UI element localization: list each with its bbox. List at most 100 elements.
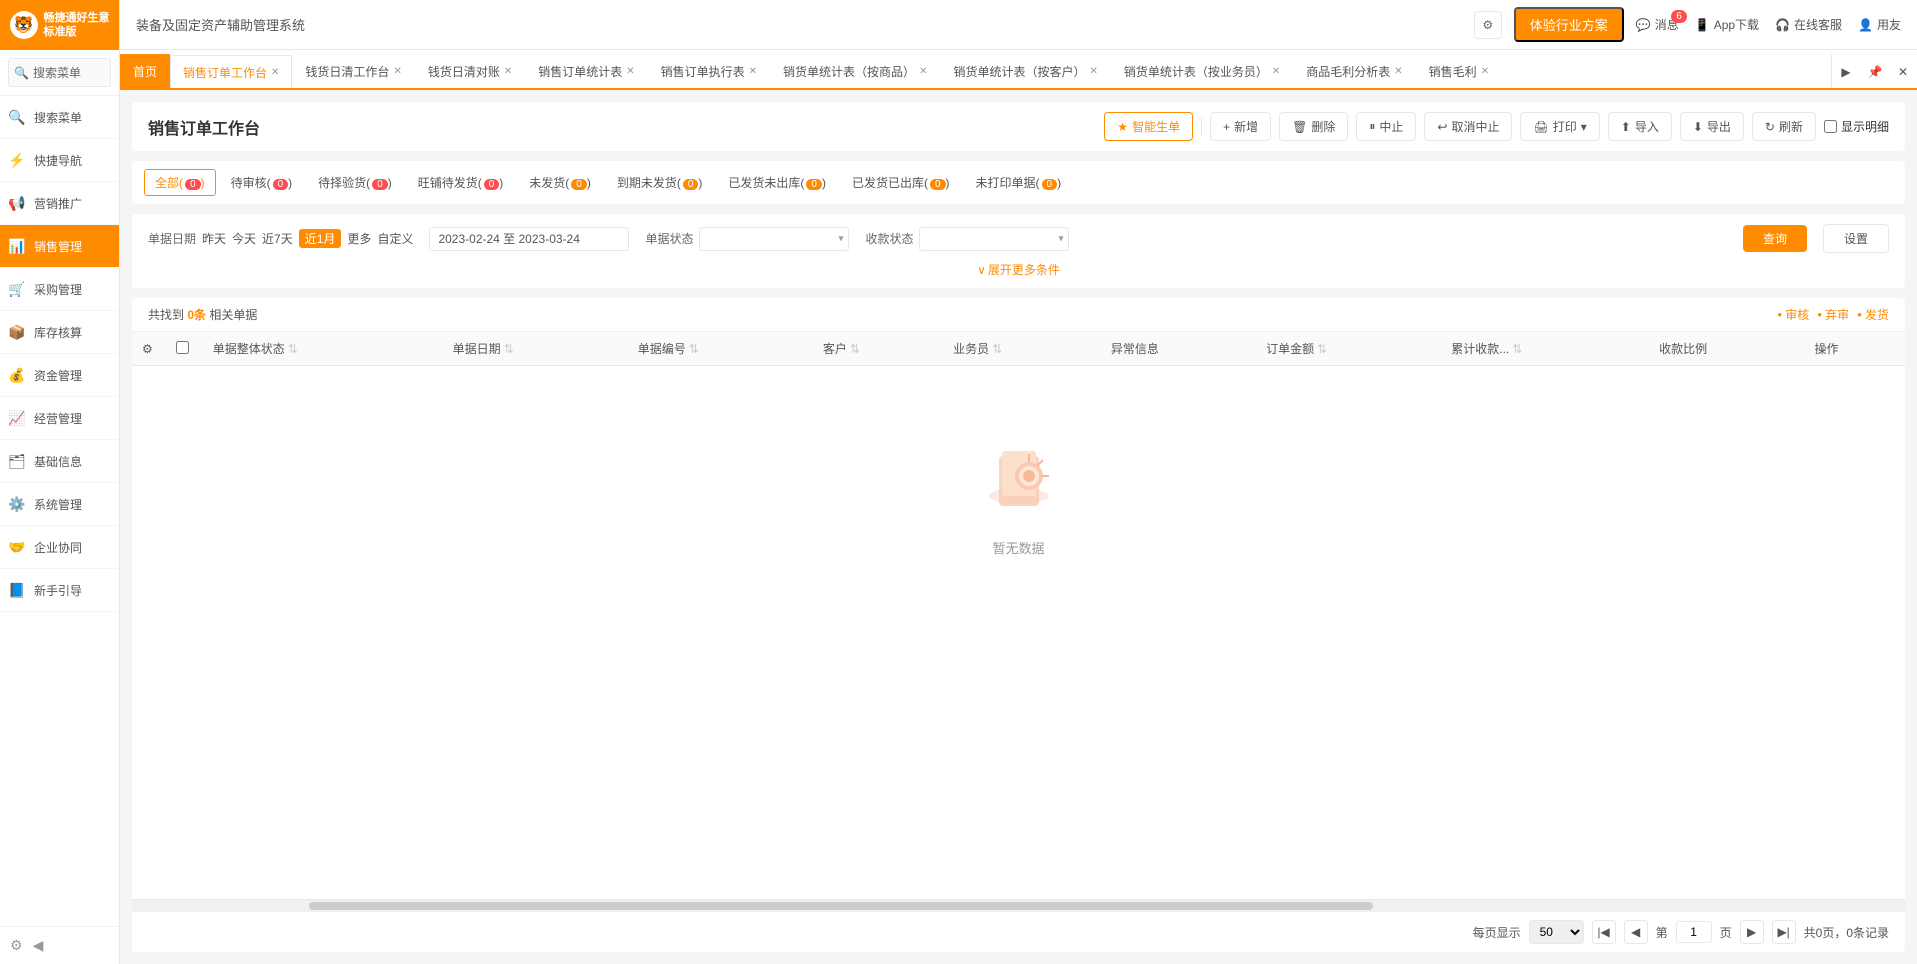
sidebar-item-basic[interactable]: 🗂基础信息 (0, 440, 119, 483)
th-number[interactable]: 单据编号⇅ (628, 332, 813, 366)
table-action-unreviewed[interactable]: 弃审 (1817, 306, 1849, 323)
tab-close-sales_order[interactable]: ✕ (271, 67, 279, 78)
th-received[interactable]: 累计收款...⇅ (1441, 332, 1649, 366)
filter-date-自定义[interactable]: 自定义 (377, 230, 413, 247)
table-action-ship[interactable]: 发货 (1857, 306, 1889, 323)
last-page-button[interactable]: ▶| (1772, 920, 1796, 944)
refresh-button[interactable]: ↻ 刷新 (1752, 112, 1816, 141)
th-amount[interactable]: 订单金额⇅ (1256, 332, 1441, 366)
sidebar-settings-icon[interactable]: ⚙ (10, 937, 23, 954)
tab-close-cash_reconcile[interactable]: ✕ (504, 66, 512, 77)
smart-gen-button[interactable]: ★ 智能生单 (1104, 112, 1193, 141)
status-select[interactable] (699, 227, 849, 251)
per-page-select[interactable]: 102050100 (1529, 920, 1584, 944)
sort-icon-staff[interactable]: ⇅ (992, 342, 1002, 356)
tab-sales_exec[interactable]: 销售订单执行表✕ (648, 54, 770, 88)
subtab-shipped_out[interactable]: 已发货已出库(0) (841, 169, 961, 196)
subtab-pending_review[interactable]: 待审核(0) (220, 169, 304, 196)
tab-cash_reconcile[interactable]: 钱货日清对账✕ (415, 54, 525, 88)
sidebar-item-finance[interactable]: 💰资金管理 (0, 354, 119, 397)
prev-page-button[interactable]: ◀ (1624, 920, 1648, 944)
export-button[interactable]: ⬇ 导出 (1680, 112, 1744, 141)
sidebar-item-purchase[interactable]: 🛒采购管理 (0, 268, 119, 311)
tab-product_margin[interactable]: 商品毛利分析表✕ (1293, 54, 1415, 88)
subtab-pending_inspect[interactable]: 待择验货(0) (307, 169, 403, 196)
sidebar-collapse-icon[interactable]: ◀ (33, 937, 44, 954)
table-wrap[interactable]: ⚙单据整体状态⇅单据日期⇅单据编号⇅客户⇅业务员⇅异常信息订单金额⇅累计收款..… (132, 332, 1905, 899)
search-menu-button[interactable]: 🔍 搜索菜单 (8, 58, 111, 87)
tab-sales_order[interactable]: 销售订单工作台✕ (170, 55, 292, 88)
sidebar-item-operation[interactable]: 📈经营管理 (0, 397, 119, 440)
tab-sales_stat[interactable]: 销售订单统计表✕ (525, 54, 647, 88)
filter-date-近7天[interactable]: 近7天 (262, 230, 293, 247)
cancel-pause-button[interactable]: ↩ 取消中止 (1424, 112, 1512, 141)
subtab-all[interactable]: 全部(0) (144, 169, 216, 196)
sidebar-item-marketing[interactable]: 📢营销推广 (0, 182, 119, 225)
tab-sales_margin[interactable]: 销售毛利✕ (1416, 54, 1502, 88)
show-detail-label[interactable]: 显示明细 (1824, 118, 1889, 135)
filter-date-昨天[interactable]: 昨天 (202, 230, 226, 247)
th-staff[interactable]: 业务员⇅ (943, 332, 1101, 366)
delete-button[interactable]: 🗑 删除 (1279, 112, 1348, 141)
app-download-button[interactable]: 📱 App下载 (1695, 16, 1759, 33)
subtab-wangpu_pending[interactable]: 旺铺待发货(0) (407, 169, 515, 196)
next-page-button[interactable]: ▶ (1740, 920, 1764, 944)
message-button[interactable]: 💬 消息 6 (1636, 16, 1679, 33)
add-button[interactable]: + 新增 (1210, 112, 1271, 141)
table-action-review[interactable]: 审核 (1777, 306, 1809, 323)
pause-button[interactable]: ⏸ 中止 (1356, 112, 1416, 141)
user-menu-button[interactable]: 👤 用友 (1858, 16, 1901, 33)
expand-filters-button[interactable]: ∨ 展开更多条件 (977, 261, 1060, 278)
sidebar-item-coop[interactable]: 🤝企业协同 (0, 526, 119, 569)
sort-icon-date[interactable]: ⇅ (504, 342, 514, 356)
tab-home[interactable]: 首页 (120, 54, 170, 88)
setting-button[interactable]: 设置 (1823, 224, 1889, 253)
th-date[interactable]: 单据日期⇅ (443, 332, 628, 366)
sort-icon-amount[interactable]: ⇅ (1317, 342, 1327, 356)
tab-cash_daily[interactable]: 钱货日清工作台✕ (292, 54, 414, 88)
scrollbar-thumb[interactable] (309, 902, 1373, 910)
show-detail-checkbox[interactable] (1824, 120, 1837, 133)
subtab-shipped_not_out[interactable]: 已发货未出库(0) (717, 169, 837, 196)
sidebar-item-system[interactable]: ⚙️系统管理 (0, 483, 119, 526)
sidebar-item-sales[interactable]: 📊销售管理 (0, 225, 119, 268)
sort-icon-received[interactable]: ⇅ (1512, 342, 1522, 356)
filter-date-更多[interactable]: 更多 (347, 230, 371, 247)
query-button[interactable]: 查询 (1743, 225, 1807, 252)
sidebar-item-search[interactable]: 🔍搜索菜单 (0, 96, 119, 139)
tab-close-product_margin[interactable]: ✕ (1394, 66, 1402, 77)
subtab-not_shipped[interactable]: 未发货(0) (518, 169, 602, 196)
select-all-checkbox[interactable] (176, 341, 189, 354)
filter-date-近1月[interactable]: 近1月 (299, 229, 342, 248)
th-customer[interactable]: 客户⇅ (813, 332, 943, 366)
horizontal-scrollbar[interactable] (132, 899, 1905, 911)
tab-close-sales_stat[interactable]: ✕ (626, 66, 634, 77)
page-input[interactable] (1676, 921, 1712, 943)
tab-close-cash_daily[interactable]: ✕ (393, 66, 401, 77)
tab-close-all-button[interactable]: ✕ (1889, 54, 1917, 88)
tab-pin-button[interactable]: 📌 (1861, 54, 1889, 88)
subtab-overdue_not_shipped[interactable]: 到期未发货(0) (606, 169, 714, 196)
sidebar-item-inventory[interactable]: 📦库存核算 (0, 311, 119, 354)
sidebar-item-quicknav[interactable]: ⚡快捷导航 (0, 139, 119, 182)
sort-icon-status[interactable]: ⇅ (288, 342, 298, 356)
tab-sales_stat_staff[interactable]: 销货单统计表（按业务员）✕ (1111, 54, 1293, 88)
tab-close-sales_stat_product[interactable]: ✕ (919, 66, 927, 77)
tab-close-sales_margin[interactable]: ✕ (1481, 66, 1489, 77)
industry-solution-button[interactable]: 体验行业方案 (1514, 7, 1624, 42)
date-range-input[interactable] (429, 227, 629, 251)
print-button[interactable]: 🖨 打印 ▾ (1520, 112, 1599, 141)
th-status[interactable]: 单据整体状态⇅ (203, 332, 443, 366)
tab-sales_stat_customer[interactable]: 销货单统计表（按客户）✕ (940, 54, 1110, 88)
payment-select[interactable] (919, 227, 1069, 251)
first-page-button[interactable]: |◀ (1592, 920, 1616, 944)
tab-close-sales_exec[interactable]: ✕ (749, 66, 757, 77)
filter-date-今天[interactable]: 今天 (232, 230, 256, 247)
sort-icon-customer[interactable]: ⇅ (850, 342, 860, 356)
import-button[interactable]: ⬆ 导入 (1608, 112, 1672, 141)
tab-more-button[interactable]: ▶ (1831, 54, 1861, 88)
subtab-not_printed[interactable]: 未打印单据(0) (965, 169, 1073, 196)
sidebar-item-guide[interactable]: 📘新手引导 (0, 569, 119, 612)
tab-sales_stat_product[interactable]: 销货单统计表（按商品）✕ (770, 54, 940, 88)
tab-close-sales_stat_customer[interactable]: ✕ (1089, 66, 1097, 77)
